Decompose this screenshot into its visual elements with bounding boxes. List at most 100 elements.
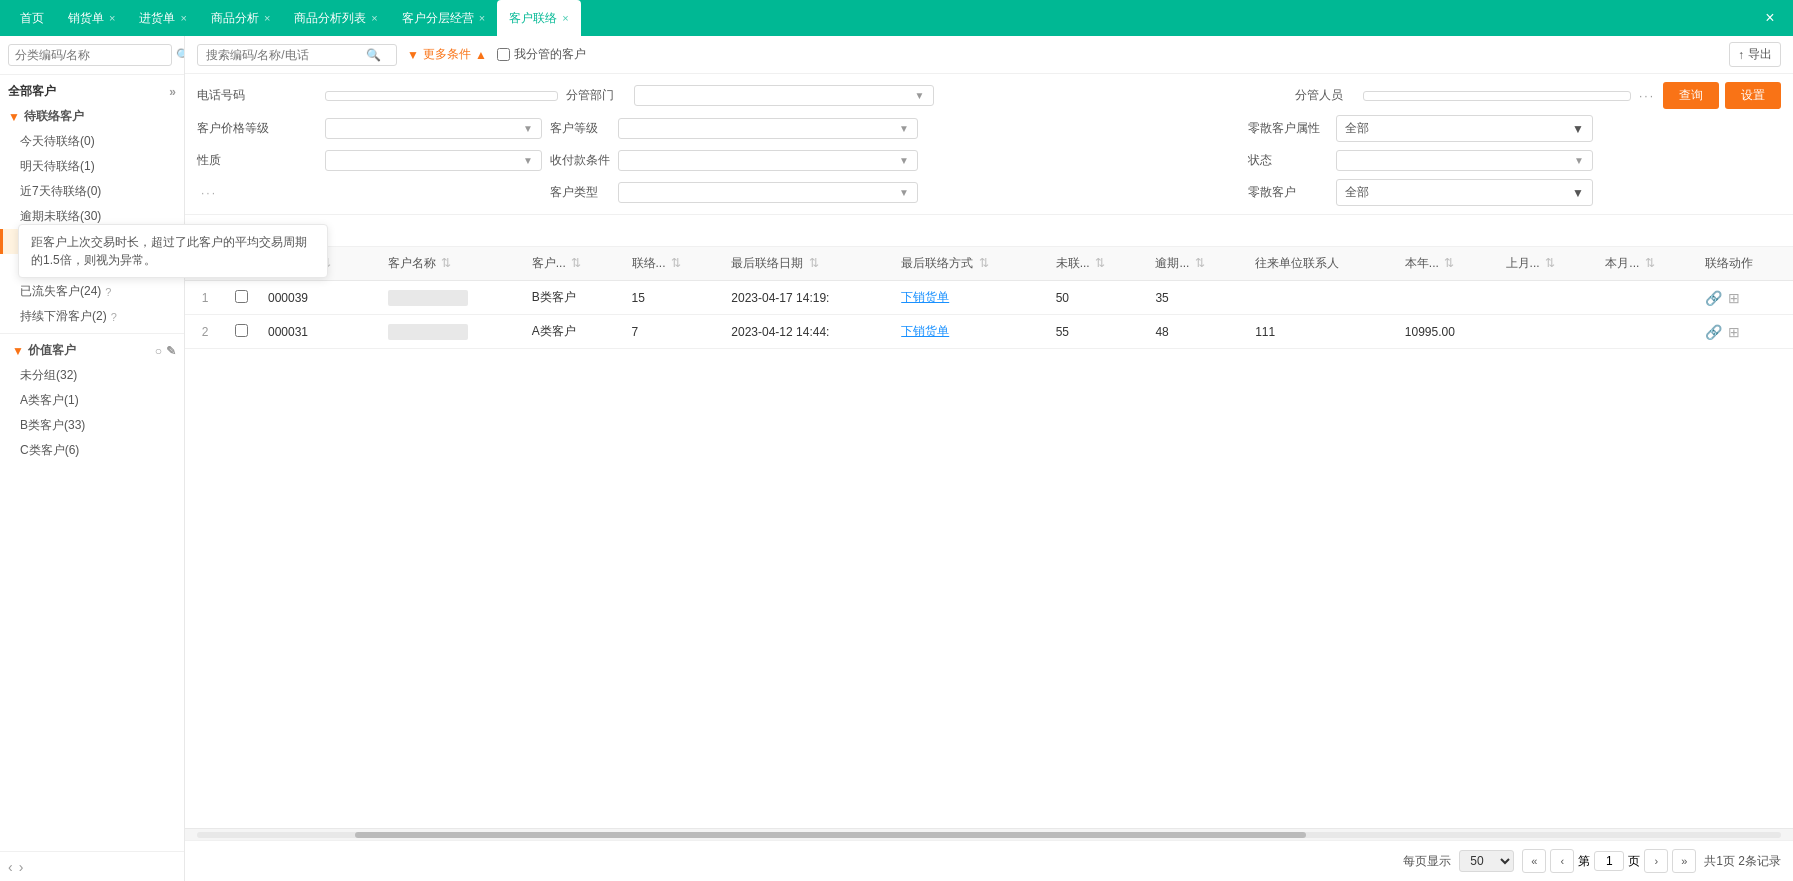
row-this-month (1595, 315, 1695, 349)
close-icon[interactable]: × (371, 12, 377, 24)
row-company-contacts: 111 (1245, 315, 1395, 349)
sidebar-search-area: 🔍 (0, 36, 184, 75)
nav-home[interactable]: 首页 (8, 0, 56, 36)
col-unprocessed[interactable]: 未联... ⇅ (1046, 247, 1146, 281)
filter-search-box[interactable]: 🔍 (197, 44, 397, 66)
my-customers-checkbox[interactable]: 我分管的客户 (497, 46, 586, 63)
sidebar-item-declining[interactable]: 持续下滑客户(2) ? (0, 304, 184, 329)
collapse-icon[interactable]: » (169, 85, 176, 99)
chevron-down-icon: ▼ (523, 155, 533, 166)
status-select[interactable]: ▼ (1336, 150, 1593, 171)
branch-dept-label: 分管部门 (566, 83, 626, 108)
sidebar-item-7day-contact[interactable]: 近7天待联络(0) (0, 179, 184, 204)
search-icon[interactable]: 🔍 (366, 48, 381, 62)
window-close-button[interactable]: × (1755, 3, 1785, 33)
sidebar: 🔍 全部客户 » ▼ 待联络客户 今天待联络(0) 明天待联络(1) 近7天待联… (0, 36, 185, 881)
sidebar-item-class-b[interactable]: B类客户(33) (0, 413, 184, 438)
row-last-month (1496, 315, 1596, 349)
row-checkbox-cell[interactable] (225, 315, 258, 349)
close-icon[interactable]: × (562, 12, 568, 24)
filter-search-input[interactable] (206, 48, 366, 62)
dots-icon[interactable]: ··· (201, 186, 217, 200)
filter-more-conditions[interactable]: ▼ 更多条件 ▲ (407, 46, 487, 63)
chevron-down-icon: ▼ (523, 123, 533, 134)
link-action-icon[interactable]: 🔗 (1705, 324, 1722, 340)
col-last-contact-method[interactable]: 最后联络方式 ⇅ (891, 247, 1045, 281)
row-select-checkbox[interactable] (235, 324, 248, 337)
nav-sales-order[interactable]: 销货单 × (56, 0, 127, 36)
category-search-input[interactable] (8, 44, 172, 66)
chevron-down-icon: ▼ (899, 155, 909, 166)
filter-icon: ▼ (407, 48, 419, 62)
nav-product-analysis[interactable]: 商品分析 × (199, 0, 282, 36)
row-customer-name (378, 281, 522, 315)
data-table-area: ⚙ 客户编码 ⇅ 客户名称 (185, 215, 1793, 881)
col-last-month[interactable]: 上月... ⇅ (1496, 247, 1596, 281)
sidebar-item-tomorrow-contact[interactable]: 明天待联络(1) (0, 154, 184, 179)
retail-attr-select[interactable]: 全部 ▼ (1336, 115, 1593, 142)
col-this-year[interactable]: 本年... ⇅ (1395, 247, 1496, 281)
nav-customer-tier[interactable]: 客户分层经营 × (390, 0, 497, 36)
close-icon[interactable]: × (109, 12, 115, 24)
last-page-button[interactable]: » (1672, 849, 1696, 873)
grid-action-icon[interactable]: ⊞ (1728, 324, 1740, 340)
export-button[interactable]: ↑ 导出 (1729, 42, 1781, 67)
col-customer-name[interactable]: 客户名称 ⇅ (378, 247, 522, 281)
sidebar-item-class-a[interactable]: A类客户(1) (0, 388, 184, 413)
col-contact[interactable]: 联络... ⇅ (622, 247, 722, 281)
row-select-checkbox[interactable] (235, 290, 248, 303)
row-last-contact-method[interactable]: 下销货单 (891, 315, 1045, 349)
first-page-button[interactable]: « (1522, 849, 1546, 873)
close-icon[interactable]: × (264, 12, 270, 24)
my-customers-check[interactable] (497, 48, 510, 61)
table-scroll-wrapper[interactable]: 客户编码 ⇅ 客户名称 ⇅ 客户... ⇅ (185, 247, 1793, 828)
per-page-select[interactable]: 50 100 200 (1459, 850, 1514, 872)
branch-staff-input[interactable] (1363, 91, 1631, 101)
col-customer-type[interactable]: 客户... ⇅ (522, 247, 622, 281)
next-page-button[interactable]: › (1644, 849, 1668, 873)
link-action-icon[interactable]: 🔗 (1705, 290, 1722, 306)
price-level-select[interactable]: ▼ (325, 118, 542, 139)
row-customer-name (378, 315, 522, 349)
col-last-contact-date[interactable]: 最后联络日期 ⇅ (721, 247, 891, 281)
value-group-edit-action[interactable]: ✎ (166, 344, 176, 358)
col-overdue[interactable]: 逾期... ⇅ (1145, 247, 1245, 281)
nav-purchase-order[interactable]: 进货单 × (127, 0, 198, 36)
close-icon[interactable]: × (479, 12, 485, 24)
payment-select[interactable]: ▼ (618, 150, 918, 171)
branch-dept-select[interactable]: ▼ (634, 85, 934, 106)
col-this-month[interactable]: 本月... ⇅ (1595, 247, 1695, 281)
sidebar-item-class-c[interactable]: C类客户(6) (0, 438, 184, 463)
sort-icon: ⇅ (1095, 256, 1105, 270)
sidebar-nav-right[interactable]: › (19, 859, 24, 875)
row-checkbox-cell[interactable] (225, 281, 258, 315)
filter-bar: 🔍 ▼ 更多条件 ▲ 我分管的客户 ↑ 导出 (185, 36, 1793, 74)
value-group-circle-action[interactable]: ○ (155, 344, 162, 358)
price-level-label: 客户价格等级 (197, 116, 317, 141)
help-icon[interactable]: ? (105, 286, 111, 298)
prev-page-button[interactable]: ‹ (1550, 849, 1574, 873)
sidebar-item-today-contact[interactable]: 今天待联络(0) (0, 129, 184, 154)
nav-product-analysis-list[interactable]: 商品分析列表 × (282, 0, 389, 36)
page-number-input[interactable] (1594, 851, 1624, 871)
close-icon[interactable]: × (180, 12, 186, 24)
more-dots-icon[interactable]: ··· (1639, 89, 1655, 103)
settings-button[interactable]: 设置 (1725, 82, 1781, 109)
sidebar-item-churned[interactable]: 已流失客户(24) ? (0, 279, 184, 304)
pending-contact-group[interactable]: ▼ 待联络客户 (0, 104, 184, 129)
customer-type-select[interactable]: ▼ (618, 182, 918, 203)
sidebar-nav-left[interactable]: ‹ (8, 859, 13, 875)
category-search-icon[interactable]: 🔍 (176, 48, 185, 62)
retail-customer-select[interactable]: 全部 ▼ (1336, 179, 1593, 206)
help-icon[interactable]: ? (111, 311, 117, 323)
nav-customer-contact[interactable]: 客户联络 × (497, 0, 580, 36)
phone-input[interactable] (325, 91, 558, 101)
gender-select[interactable]: ▼ (325, 150, 542, 171)
customer-level-select[interactable]: ▼ (618, 118, 918, 139)
grid-action-icon[interactable]: ⊞ (1728, 290, 1740, 306)
row-last-contact-method[interactable]: 下销货单 (891, 281, 1045, 315)
query-button[interactable]: 查询 (1663, 82, 1719, 109)
horizontal-scrollbar[interactable] (185, 828, 1793, 840)
value-customers-group[interactable]: ▼ 价值客户 ○ ✎ (0, 338, 184, 363)
sidebar-item-ungrouped[interactable]: 未分组(32) (0, 363, 184, 388)
